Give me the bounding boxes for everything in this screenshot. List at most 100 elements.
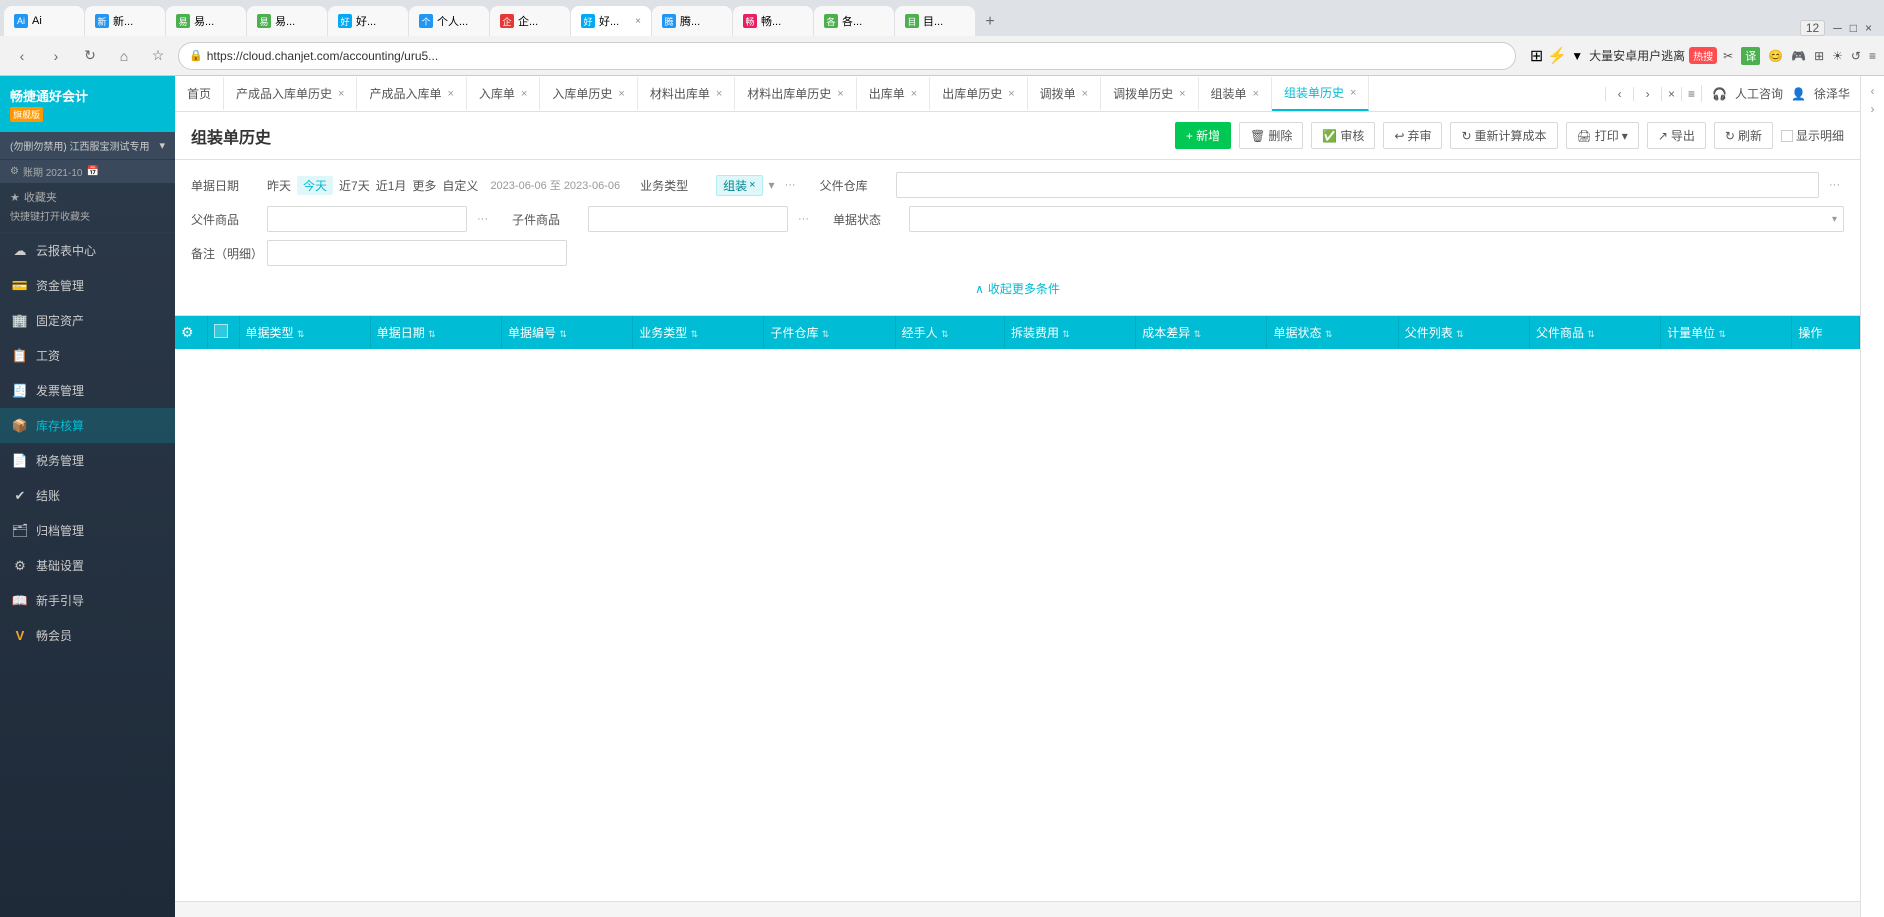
new-tab-button[interactable]: +: [976, 8, 1004, 36]
username-label[interactable]: 徐泽华: [1814, 85, 1850, 102]
back-button[interactable]: ‹: [8, 42, 36, 70]
tab-close-transfer[interactable]: ×: [1082, 88, 1088, 100]
browser-tab-6[interactable]: 个 个人...: [409, 6, 489, 36]
sidebar-item-member[interactable]: V 畅会员: [0, 618, 175, 653]
sidebar-item-finance[interactable]: 💳 资金管理: [0, 268, 175, 303]
display-detail-checkbox[interactable]: [1781, 130, 1793, 142]
date-yesterday[interactable]: 昨天: [267, 177, 291, 194]
page-tab-transfer[interactable]: 调拨单 ×: [1028, 77, 1101, 110]
grid-icon[interactable]: ⊞: [1814, 49, 1824, 63]
browser-tab-5[interactable]: 好 好...: [328, 6, 408, 36]
lightning-icon[interactable]: ⚡: [1547, 46, 1567, 66]
tab-close-out[interactable]: ×: [911, 88, 917, 100]
scissors-icon[interactable]: ✂: [1723, 49, 1733, 63]
close-window-icon[interactable]: ×: [1865, 21, 1872, 35]
page-tab-material-out[interactable]: 材料出库单 ×: [638, 77, 735, 110]
star-button[interactable]: ☆: [144, 42, 172, 70]
sidebar-item-assets[interactable]: 🏢 固定资产: [0, 303, 175, 338]
date-custom[interactable]: 自定义: [442, 177, 478, 194]
sidebar-item-invoice[interactable]: 🧾 发票管理: [0, 373, 175, 408]
sidebar-item-close[interactable]: ✔ 结账: [0, 478, 175, 513]
translate-icon[interactable]: 译: [1741, 47, 1760, 65]
th-cost-diff[interactable]: 成本差异 ⇅: [1136, 316, 1267, 349]
business-type-dropdown-icon[interactable]: ▾: [769, 178, 775, 192]
th-checkbox[interactable]: [207, 316, 239, 349]
tab-close-transfer-hist[interactable]: ×: [1179, 88, 1185, 100]
page-tab-production-in-history[interactable]: 产成品入库单历史 ×: [224, 77, 357, 110]
tab-menu-button[interactable]: ≡: [1681, 87, 1701, 101]
sidebar-item-salary[interactable]: 📋 工资: [0, 338, 175, 373]
sidebar-item-archive[interactable]: 🗂 归档管理: [0, 513, 175, 548]
tab-close-out-hist[interactable]: ×: [1008, 88, 1014, 100]
settings-col-icon[interactable]: ⚙: [181, 324, 194, 340]
page-tab-transfer-history[interactable]: 调拨单历史 ×: [1101, 77, 1198, 110]
sidebar-item-settings[interactable]: ⚙ 基础设置: [0, 548, 175, 583]
page-tab-material-out-history[interactable]: 材料出库单历史 ×: [735, 77, 856, 110]
browser-tab-4[interactable]: 易 易...: [247, 6, 327, 36]
tab-close-prod-in[interactable]: ×: [447, 88, 453, 100]
th-doc-type[interactable]: 单据类型 ⇅: [239, 316, 370, 349]
date-more[interactable]: 更多: [412, 177, 436, 194]
th-doc-no[interactable]: 单据编号 ⇅: [501, 316, 632, 349]
business-type-tag-close[interactable]: ×: [749, 179, 755, 191]
th-settings[interactable]: ⚙: [175, 316, 207, 349]
browser-tab-7[interactable]: 企 企...: [490, 6, 570, 36]
qr-icon[interactable]: ⊞: [1530, 46, 1543, 66]
recalculate-button[interactable]: ↻ 重新计算成本: [1450, 122, 1557, 149]
browser-tab-1[interactable]: Ai Ai: [4, 6, 84, 36]
th-child-warehouse[interactable]: 子件仓库 ⇅: [764, 316, 895, 349]
business-type-more-btn[interactable]: ···: [781, 179, 800, 191]
tab-close-mat-out[interactable]: ×: [716, 88, 722, 100]
browser-tab-active[interactable]: 好 好... ×: [571, 6, 651, 36]
tab-close-icon[interactable]: ×: [635, 16, 641, 27]
company-selector[interactable]: (勿删勿禁用) 江西服宝测试专用 ▾: [0, 132, 175, 160]
search-area[interactable]: 大量安卓用户逃离 热搜: [1589, 47, 1717, 64]
tab-close-assembly-hist[interactable]: ×: [1350, 87, 1356, 99]
sidebar-item-tax[interactable]: 📄 税务管理: [0, 443, 175, 478]
address-bar[interactable]: 🔒 https://cloud.chanjet.com/accounting/u…: [178, 42, 1516, 70]
menu-icon[interactable]: ≡: [1869, 49, 1876, 63]
tab-close-prod-in-hist[interactable]: ×: [338, 88, 344, 100]
browser-tab-2[interactable]: 新 新...: [85, 6, 165, 36]
th-doc-status[interactable]: 单据状态 ⇅: [1267, 316, 1398, 349]
th-handler[interactable]: 经手人 ⇅: [895, 316, 1004, 349]
consult-label[interactable]: 人工咨询: [1735, 85, 1783, 102]
page-tab-assembly-history[interactable]: 组装单历史 ×: [1272, 76, 1369, 111]
forward-button[interactable]: ›: [42, 42, 70, 70]
sidebar-item-reports[interactable]: ☁ 云报表中心: [0, 233, 175, 268]
th-disassembly-cost[interactable]: 拆装费用 ⇅: [1005, 316, 1136, 349]
page-tab-in[interactable]: 入库单 ×: [467, 77, 540, 110]
maximize-icon[interactable]: □: [1850, 21, 1857, 35]
page-tab-in-history[interactable]: 入库单历史 ×: [540, 77, 637, 110]
export-button[interactable]: ↗ 导出: [1647, 122, 1706, 149]
th-unit[interactable]: 计量单位 ⇅: [1661, 316, 1792, 349]
browser-tab-10[interactable]: 各 各...: [814, 6, 894, 36]
browser-tab-3[interactable]: 易 易...: [166, 6, 246, 36]
dropdown-icon[interactable]: ▼: [1571, 49, 1583, 63]
sidebar-item-guide[interactable]: 📖 新手引导: [0, 583, 175, 618]
select-all-checkbox[interactable]: [214, 324, 228, 338]
browser-tab-11[interactable]: 目 目...: [895, 6, 975, 36]
tab-close-in[interactable]: ×: [521, 88, 527, 100]
sidebar-item-inventory[interactable]: 📦 库存核算: [0, 408, 175, 443]
th-parent-list[interactable]: 父件列表 ⇅: [1398, 316, 1529, 349]
abandon-button[interactable]: ↩ 弃审: [1383, 122, 1442, 149]
sun-icon[interactable]: ☀: [1832, 49, 1843, 63]
date-1month[interactable]: 近1月: [376, 177, 407, 194]
date-7days[interactable]: 近7天: [339, 177, 370, 194]
collapse-filters-button[interactable]: ∧ 收起更多条件: [191, 274, 1844, 303]
page-tab-home[interactable]: 首页: [175, 77, 224, 110]
tab-close-in-hist[interactable]: ×: [618, 88, 624, 100]
undo-icon[interactable]: ↺: [1851, 49, 1861, 63]
page-tab-out-history[interactable]: 出库单历史 ×: [930, 77, 1027, 110]
right-panel-expand[interactable]: ›: [1871, 102, 1875, 116]
refresh-button[interactable]: ↻: [76, 42, 104, 70]
tab-close-all-button[interactable]: ×: [1661, 87, 1681, 101]
browser-tab-9[interactable]: 畅 畅...: [733, 6, 813, 36]
child-goods-more-btn[interactable]: ···: [794, 213, 813, 225]
parent-goods-more-btn[interactable]: ···: [473, 213, 492, 225]
th-parent-goods[interactable]: 父件商品 ⇅: [1529, 316, 1660, 349]
minimize-icon[interactable]: ─: [1833, 21, 1842, 35]
home-button[interactable]: ⌂: [110, 42, 138, 70]
settings-gear-icon[interactable]: ⚙: [10, 166, 19, 177]
